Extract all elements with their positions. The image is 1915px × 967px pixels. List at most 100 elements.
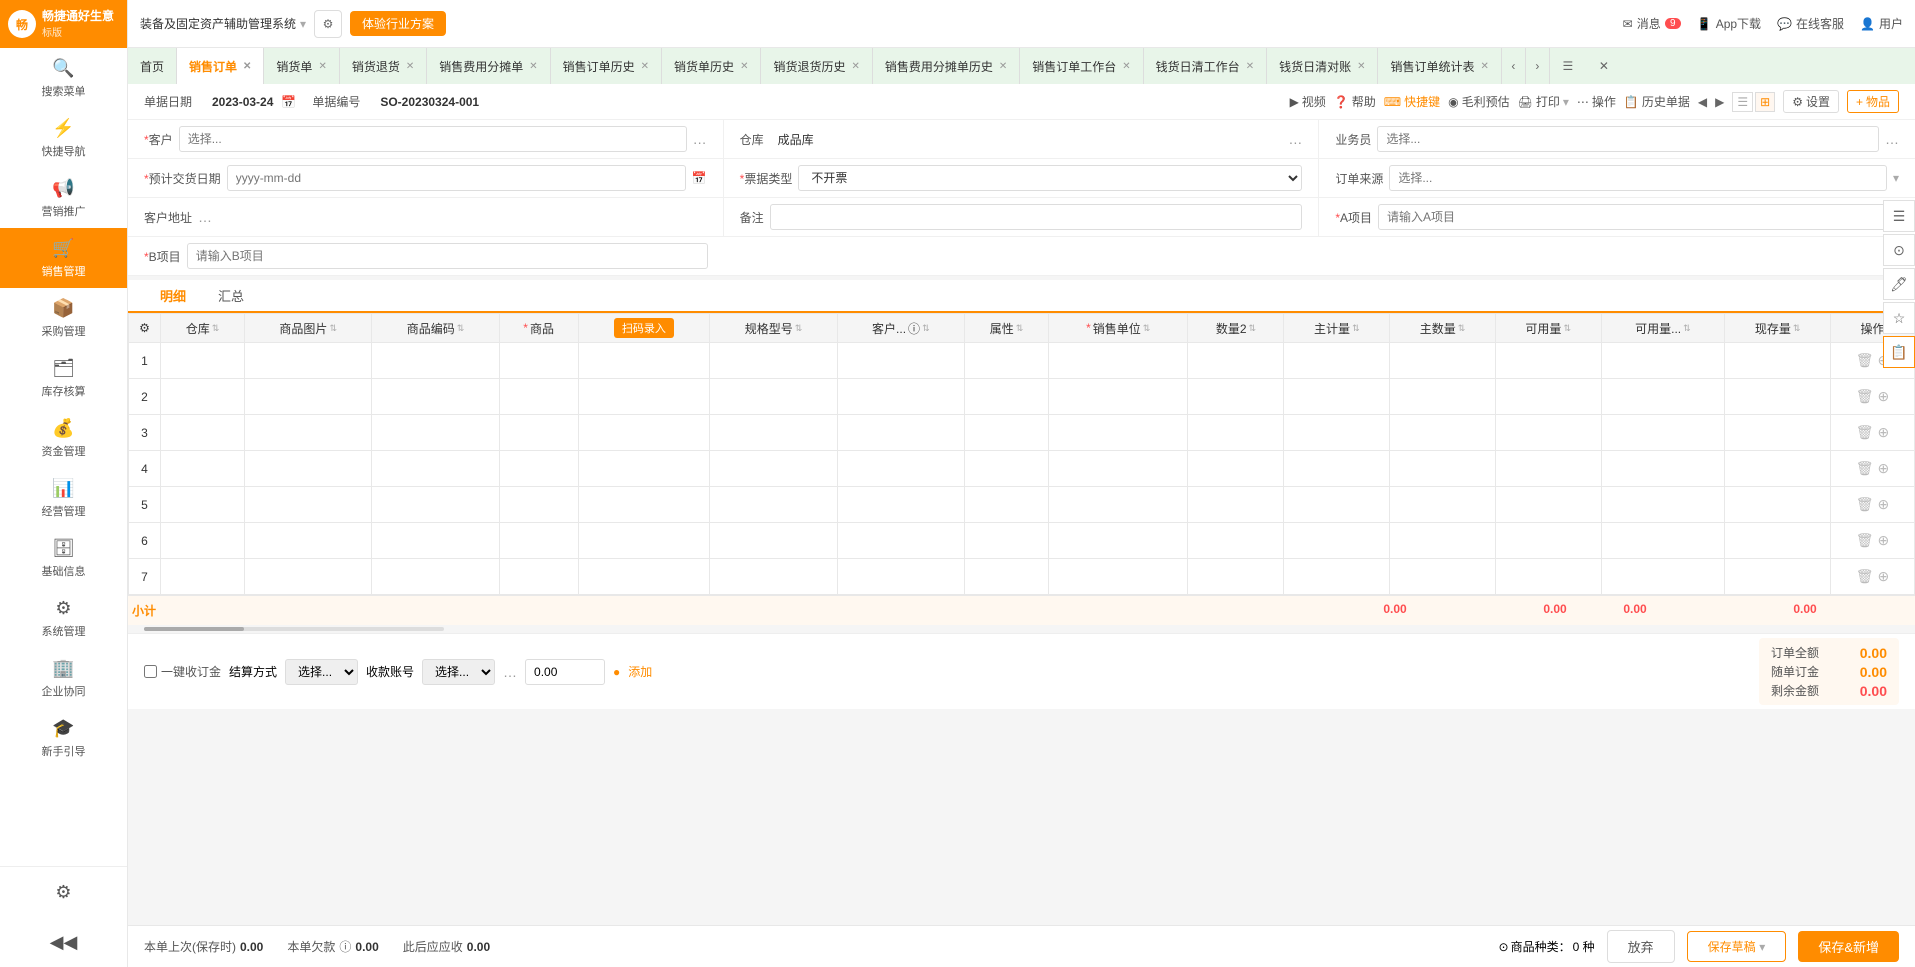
table-cell[interactable]	[245, 451, 372, 487]
th-main-unit[interactable]: 主计量⇅	[1284, 314, 1390, 343]
table-cell[interactable]	[710, 451, 837, 487]
tab-expense-history-close[interactable]: ✕	[999, 61, 1007, 72]
table-cell[interactable]	[1390, 379, 1496, 415]
table-cell[interactable]	[837, 523, 964, 559]
delete-icon[interactable]: 🗑	[1856, 568, 1874, 585]
table-cell[interactable]	[1188, 523, 1284, 559]
table-cell[interactable]	[965, 559, 1049, 595]
delivery-calendar-icon[interactable]: 📅	[692, 171, 707, 185]
table-cell[interactable]	[1601, 415, 1725, 451]
table-cell[interactable]	[965, 487, 1049, 523]
tab-sales-bill-close[interactable]: ✕	[318, 61, 326, 72]
th-customer-field[interactable]: 客户...ⓘ⇅	[837, 314, 964, 343]
print-btn[interactable]: 🖨 打印 ▾	[1518, 93, 1569, 110]
scan-btn[interactable]: 扫码录入	[614, 318, 674, 338]
table-cell[interactable]	[161, 415, 245, 451]
tab-next-arrow[interactable]: ›	[1526, 48, 1550, 84]
calendar-icon[interactable]: 📅	[281, 95, 296, 109]
next-record-btn[interactable]: ▶	[1715, 95, 1724, 109]
tab-return-close[interactable]: ✕	[406, 61, 414, 72]
table-cell[interactable]	[837, 451, 964, 487]
sidebar-item-inventory[interactable]: 🗂 库存核算	[0, 348, 127, 408]
tab-reconcile-close[interactable]: ✕	[1357, 61, 1365, 72]
tab-sales-order[interactable]: 销售订单 ✕	[177, 48, 264, 84]
table-cell[interactable]	[1284, 415, 1390, 451]
table-cell[interactable]	[1188, 415, 1284, 451]
th-current-qty[interactable]: 现存量⇅	[1725, 314, 1831, 343]
tab-return-history[interactable]: 销货退货历史 ✕	[761, 48, 872, 84]
tab-workbench-close[interactable]: ✕	[1122, 61, 1130, 72]
sidebar-item-search[interactable]: 🔍 搜索菜单	[0, 48, 127, 108]
table-cell[interactable]	[1725, 451, 1831, 487]
table-cell[interactable]	[499, 379, 578, 415]
delete-icon[interactable]: 🗑	[1856, 352, 1874, 369]
scroll-track[interactable]	[144, 627, 444, 631]
customer-input[interactable]	[179, 126, 687, 152]
quick-checkout-input[interactable]	[144, 665, 157, 678]
help-btn[interactable]: ❓ 帮助	[1334, 93, 1376, 110]
table-cell[interactable]	[1495, 451, 1601, 487]
table-cell[interactable]	[1390, 415, 1496, 451]
tab-bill-history[interactable]: 销货单历史 ✕	[662, 48, 761, 84]
table-cell[interactable]	[578, 451, 710, 487]
right-btn-3[interactable]: 🖊	[1883, 268, 1915, 300]
th-settings[interactable]: ⚙	[129, 314, 161, 343]
add-goods-button[interactable]: + 物品	[1847, 90, 1899, 113]
table-cell[interactable]	[161, 379, 245, 415]
table-cell[interactable]	[578, 415, 710, 451]
table-cell[interactable]	[1284, 451, 1390, 487]
copy-icon[interactable]: ⊕	[1878, 496, 1890, 513]
setup-button[interactable]: ⚙ 设置	[1783, 90, 1839, 113]
th-avail-more[interactable]: 可用量...⇅	[1601, 314, 1725, 343]
table-cell[interactable]	[578, 343, 710, 379]
tab-workbench[interactable]: 销售订单工作台 ✕	[1020, 48, 1143, 84]
table-cell[interactable]	[578, 487, 710, 523]
table-cell[interactable]	[1188, 487, 1284, 523]
table-cell[interactable]	[499, 343, 578, 379]
table-cell[interactable]	[1725, 523, 1831, 559]
tab-order-history[interactable]: 销售订单历史 ✕	[551, 48, 662, 84]
tab-sales-bill[interactable]: 销货单 ✕	[264, 48, 339, 84]
table-cell[interactable]	[1390, 343, 1496, 379]
copy-icon[interactable]: ⊕	[1878, 460, 1890, 477]
list-view-btn[interactable]: ☰	[1732, 92, 1753, 112]
th-warehouse[interactable]: 仓库⇅	[161, 314, 245, 343]
table-cell[interactable]	[1049, 559, 1188, 595]
table-cell[interactable]	[837, 559, 964, 595]
sidebar-item-beginner[interactable]: 🎓 新手引导	[0, 708, 127, 768]
table-cell[interactable]	[499, 451, 578, 487]
table-cell[interactable]	[1188, 379, 1284, 415]
th-photo[interactable]: 商品图片⇅	[245, 314, 372, 343]
tab-expense-history[interactable]: 销售费用分摊单历史 ✕	[873, 48, 1020, 84]
table-cell[interactable]	[161, 451, 245, 487]
right-btn-5[interactable]: 📋	[1883, 336, 1915, 368]
table-cell[interactable]	[1725, 487, 1831, 523]
copy-icon[interactable]: ⊕	[1878, 424, 1890, 441]
a-project-input[interactable]	[1378, 204, 1899, 230]
table-cell[interactable]	[245, 343, 372, 379]
card-view-btn[interactable]: ⊞	[1755, 92, 1775, 112]
table-cell[interactable]	[372, 559, 499, 595]
table-cell[interactable]	[1725, 559, 1831, 595]
delete-icon[interactable]: 🗑	[1856, 388, 1874, 405]
table-cell[interactable]	[965, 343, 1049, 379]
delete-icon[interactable]: 🗑	[1856, 532, 1874, 549]
prev-record-btn[interactable]: ◀	[1698, 95, 1707, 109]
th-spec[interactable]: 规格型号⇅	[710, 314, 837, 343]
table-cell[interactable]	[1495, 415, 1601, 451]
customer-more-btn[interactable]: …	[693, 131, 707, 147]
tab-order-history-close[interactable]: ✕	[641, 61, 649, 72]
table-cell[interactable]	[837, 343, 964, 379]
right-btn-2[interactable]: ⊙	[1883, 234, 1915, 266]
table-cell[interactable]	[1601, 559, 1725, 595]
tab-expense-close[interactable]: ✕	[529, 61, 537, 72]
th-avail[interactable]: 可用量⇅	[1495, 314, 1601, 343]
quick-checkout-checkbox[interactable]: 一键收订金	[144, 663, 221, 680]
table-cell[interactable]	[245, 559, 372, 595]
scroll-thumb[interactable]	[144, 627, 244, 631]
tab-prev-arrow[interactable]: ‹	[1502, 48, 1526, 84]
save-draft-button[interactable]: 保存草稿 ▾	[1687, 931, 1787, 962]
table-cell[interactable]	[245, 379, 372, 415]
operation-btn[interactable]: ⋯ 操作	[1577, 93, 1616, 110]
tab-statistics-close[interactable]: ✕	[1481, 61, 1489, 72]
